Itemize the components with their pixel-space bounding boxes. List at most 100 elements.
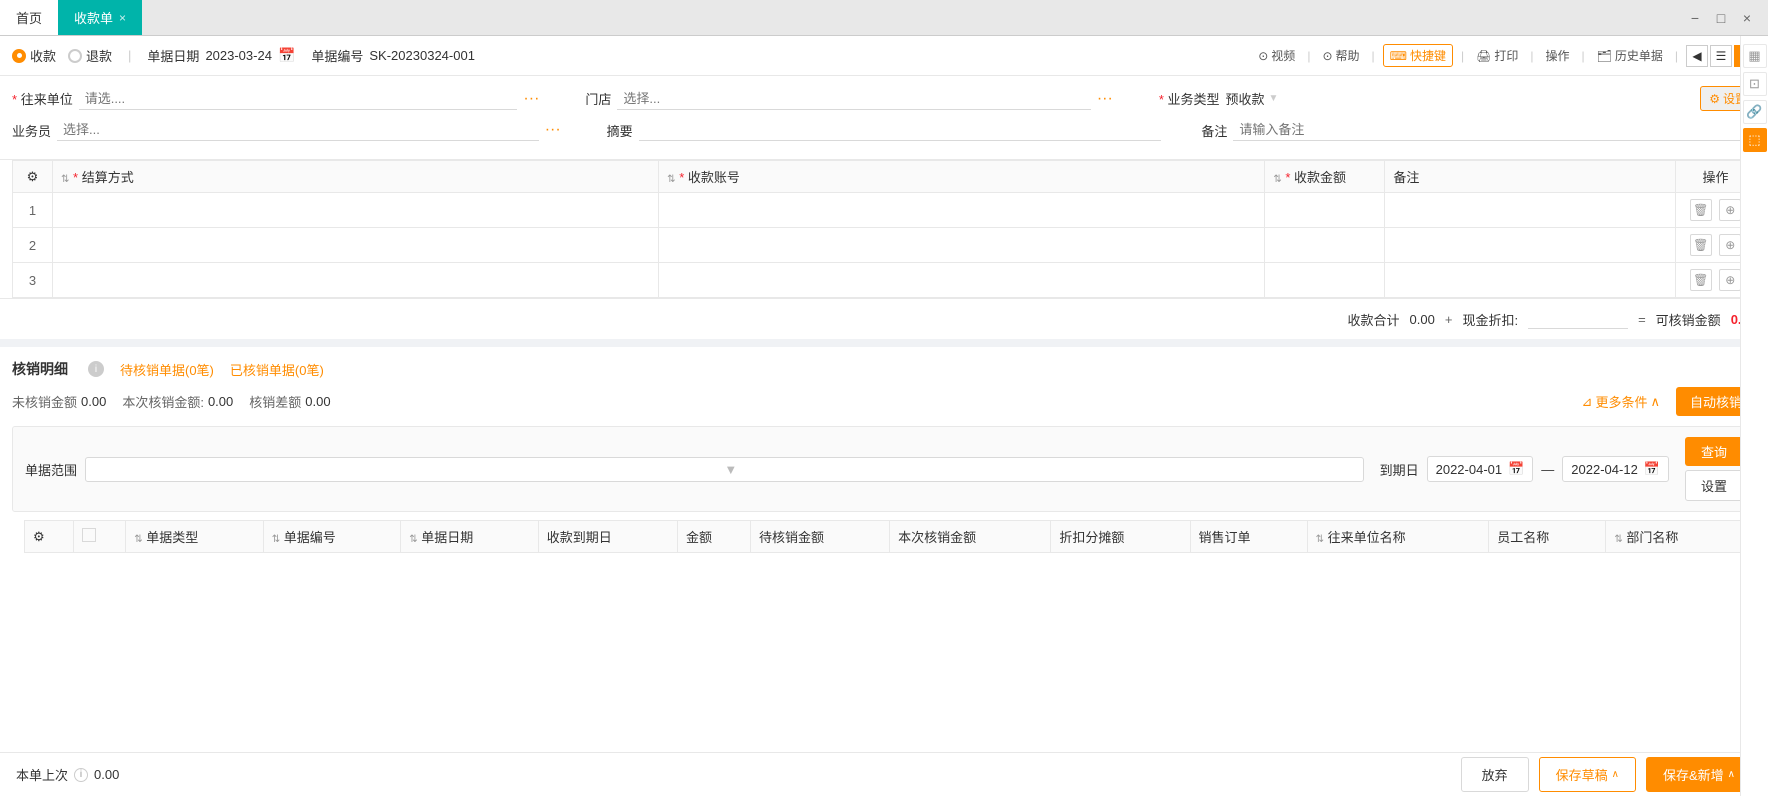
sidebar-btn-2[interactable]: ⊡ [1743, 72, 1767, 96]
close-tab-icon[interactable]: × [119, 11, 126, 25]
account-cell[interactable] [659, 193, 1265, 228]
eq-sign: = [1638, 312, 1646, 327]
delete-icon[interactable]: 🗑 [1690, 199, 1712, 221]
range-select[interactable]: ▼ [85, 457, 1364, 482]
staff-input[interactable] [57, 119, 539, 141]
bottom-info-icon[interactable]: i [74, 768, 88, 782]
copy-icon[interactable]: ⊕ [1719, 269, 1741, 291]
right-sidebar: ▦ ⊡ 🔗 ⬚ [1740, 36, 1768, 796]
select-all-checkbox[interactable] [82, 528, 96, 542]
form-row-1: * 往来单位 ··· 门店 ··· * 业务类型 预收款 ▼ ⚙ 设置 [12, 86, 1756, 111]
summary-field: 摘要 [607, 119, 1162, 141]
chevron-up-icon: ∧ [1650, 394, 1660, 410]
unchecked-label: 未核销金额 [12, 392, 77, 411]
delete-icon[interactable]: 🗑 [1690, 269, 1712, 291]
save-new-button[interactable]: 保存&新增 ∧ [1646, 757, 1752, 792]
remark-cell[interactable] [1385, 228, 1676, 263]
tab-receipt[interactable]: 收款单 × [58, 0, 142, 35]
sidebar-btn-4[interactable]: ⬚ [1743, 128, 1767, 152]
verify-header: 核销明细 i 待核销单据(0笔) 已核销单据(0笔) [12, 359, 1756, 379]
save-draft-button[interactable]: 保存草稿 ∧ [1539, 757, 1636, 792]
history-label: 历史单据 [1615, 47, 1663, 64]
discount-label: 现金折扣: [1462, 310, 1518, 329]
counterpart-more-button[interactable]: ··· [517, 90, 545, 108]
settlement-cell[interactable] [53, 228, 659, 263]
operate-button[interactable]: 操作 [1541, 45, 1573, 66]
account-cell[interactable] [659, 263, 1265, 298]
filter-settings-button[interactable]: 设置 [1685, 470, 1743, 501]
staff-more-button[interactable]: ··· [539, 121, 567, 139]
done-tab[interactable]: 已核销单据(0笔) [230, 360, 324, 379]
col-remark-header: 备注 [1385, 161, 1676, 193]
amount-cell[interactable] [1265, 263, 1385, 298]
print-icon: 🖨 [1476, 49, 1491, 63]
this-time-value: 0.00 [208, 394, 233, 409]
summary-input[interactable] [639, 119, 1162, 141]
video-button[interactable]: ⊙ 视频 [1254, 45, 1299, 66]
query-button[interactable]: 查询 [1685, 437, 1743, 466]
bottom-col-sales-order: 销售订单 [1190, 521, 1307, 553]
this-time-stat: 本次核销金额: 0.00 [122, 392, 233, 411]
bottom-col-discount: 折扣分摊额 [1051, 521, 1190, 553]
calendar-from-icon: 📅 [1508, 461, 1524, 477]
amount-cell[interactable] [1265, 228, 1385, 263]
remark-field: 备注 [1201, 119, 1756, 141]
remark-cell[interactable] [1385, 263, 1676, 298]
date-to-input[interactable]: 2022-04-12 📅 [1562, 456, 1669, 482]
bottom-table-section: ⚙ ⇅ 单据类型 ⇅ 单据编号 ⇅ 单据日期 [12, 520, 1756, 553]
counterpart-input[interactable] [79, 88, 518, 110]
account-cell[interactable] [659, 228, 1265, 263]
close-button[interactable]: × [1738, 9, 1756, 27]
chevron-down-icon: ▼ [724, 462, 1354, 477]
copy-icon[interactable]: ⊕ [1719, 199, 1741, 221]
info-icon[interactable]: i [88, 361, 104, 377]
bottom-col-check[interactable] [73, 521, 126, 553]
biz-type-arrow[interactable]: ▼ [1269, 93, 1279, 104]
store-more-button[interactable]: ··· [1091, 90, 1119, 108]
receipt-radio[interactable]: 收款 [12, 46, 56, 65]
receipt-label: 收款 [30, 46, 56, 65]
sidebar-btn-1[interactable]: ▦ [1743, 44, 1767, 68]
store-input[interactable] [617, 88, 1090, 110]
bottom-col-setting[interactable]: ⚙ [25, 521, 74, 553]
form-row-2: 业务员 ··· 摘要 备注 [12, 119, 1756, 141]
pending-label: 待核销单据(0笔) [120, 363, 214, 378]
detail-table-row: 3 🗑 ⊕ [13, 263, 1756, 298]
amount-cell[interactable] [1265, 193, 1385, 228]
list-view-button[interactable]: ◀ [1686, 45, 1708, 67]
settlement-cell[interactable] [53, 193, 659, 228]
refund-radio[interactable]: 退款 [68, 46, 112, 65]
calendar-icon[interactable]: 📅 [278, 47, 295, 64]
discount-input[interactable] [1528, 309, 1628, 329]
col-setting-header[interactable]: ⚙ [13, 161, 53, 193]
delete-icon[interactable]: 🗑 [1690, 234, 1712, 256]
abandon-button[interactable]: 放弃 [1461, 757, 1529, 792]
history-button[interactable]: 🗂 历史单据 [1593, 45, 1667, 66]
date-from-input[interactable]: 2022-04-01 📅 [1427, 456, 1534, 482]
copy-icon[interactable]: ⊕ [1719, 234, 1741, 256]
grid-view-button[interactable]: ☰ [1710, 45, 1732, 67]
right-tools: ⊙ 视频 | ⊙ 帮助 | ⌨ 快捷键 | 🖨 打印 | 操作 | [1254, 44, 1756, 67]
operate-label: 操作 [1545, 47, 1569, 64]
shortcut-button[interactable]: ⌨ 快捷键 [1383, 44, 1453, 67]
settlement-cell[interactable] [53, 263, 659, 298]
col-account-header: ⇅ * 收款账号 [659, 161, 1265, 193]
bottom-col-amount: 金额 [677, 521, 750, 553]
help-icon: ⊙ [1322, 49, 1332, 63]
detail-table-row: 1 🗑 ⊕ [13, 193, 1756, 228]
help-button[interactable]: ⊙ 帮助 [1318, 45, 1363, 66]
print-button[interactable]: 🖨 打印 [1472, 45, 1522, 66]
bottom-col-staff: 员工名称 [1489, 521, 1606, 553]
minimize-button[interactable]: − [1686, 9, 1704, 27]
remark-input[interactable] [1233, 119, 1756, 141]
remark-cell[interactable] [1385, 193, 1676, 228]
pending-tab[interactable]: 待核销单据(0笔) [120, 360, 214, 379]
maximize-button[interactable]: □ [1712, 9, 1730, 27]
tab-home[interactable]: 首页 [0, 0, 58, 35]
date-label: 到期日 [1380, 460, 1419, 479]
sidebar-btn-3[interactable]: 🔗 [1743, 100, 1767, 124]
more-conditions-button[interactable]: ⊿ 更多条件 ∧ [1582, 392, 1660, 411]
calendar-to-icon: 📅 [1644, 461, 1660, 477]
bottom-info: 本单上次 i 0.00 [16, 765, 119, 784]
filter-row: 单据范围 ▼ 到期日 2022-04-01 📅 — 2022-04-12 📅 [12, 426, 1756, 512]
